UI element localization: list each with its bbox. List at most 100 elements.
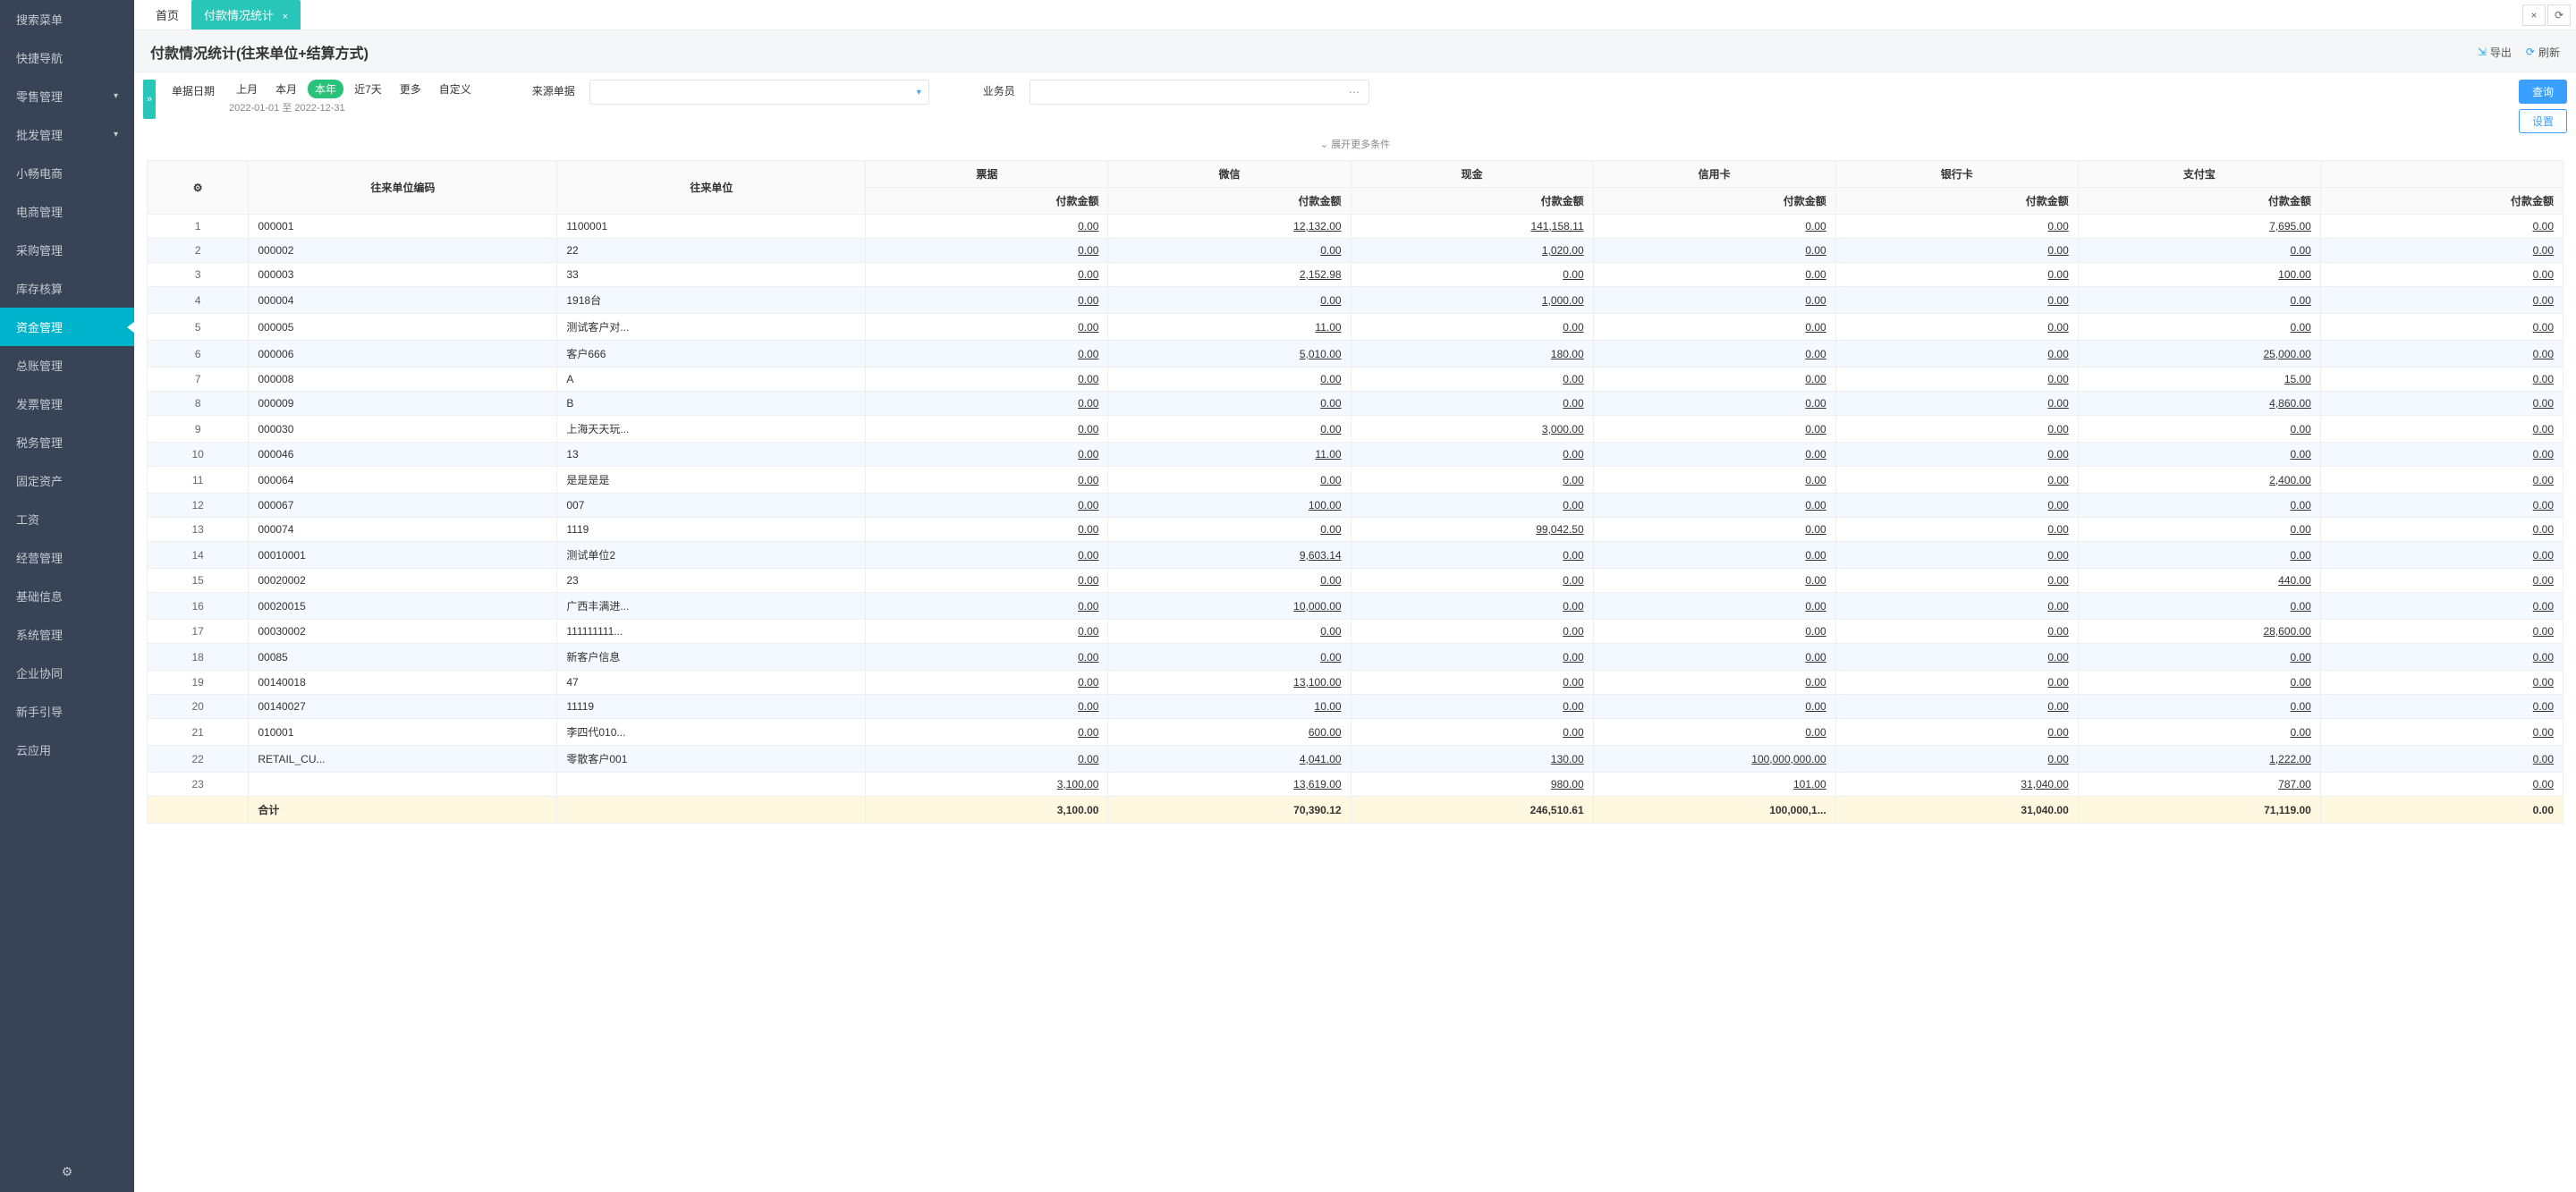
cell-amount[interactable]: 0.00 — [2320, 518, 2563, 542]
cell-amount[interactable]: 0.00 — [2078, 443, 2320, 467]
cell-amount[interactable]: 0.00 — [1593, 644, 1835, 671]
cell-amount[interactable]: 0.00 — [1593, 671, 1835, 695]
th-sub[interactable]: 付款金额 — [1351, 188, 1593, 215]
cell-amount[interactable]: 13,100.00 — [1108, 671, 1351, 695]
cell-amount[interactable]: 180.00 — [1351, 341, 1593, 368]
date-pill[interactable]: 上月 — [229, 80, 265, 98]
cell-amount[interactable]: 0.00 — [2320, 239, 2563, 263]
cell-amount[interactable]: 0.00 — [2320, 644, 2563, 671]
cell-amount[interactable]: 2,152.98 — [1108, 263, 1351, 287]
cell-amount[interactable]: 0.00 — [1108, 518, 1351, 542]
cell-amount[interactable]: 0.00 — [1593, 569, 1835, 593]
collapse-handle[interactable]: » — [143, 80, 156, 119]
cell-amount[interactable]: 3,000.00 — [1351, 416, 1593, 443]
cell-amount[interactable]: 99,042.50 — [1351, 518, 1593, 542]
cell-amount[interactable]: 0.00 — [866, 263, 1108, 287]
sidebar-settings[interactable]: ⚙ — [0, 1152, 134, 1192]
cell-amount[interactable]: 31,040.00 — [1835, 773, 2078, 797]
cell-amount[interactable]: 0.00 — [866, 494, 1108, 518]
cell-amount[interactable]: 0.00 — [1593, 542, 1835, 569]
cell-amount[interactable]: 0.00 — [1593, 341, 1835, 368]
sidebar-item[interactable]: 快捷导航 — [0, 38, 134, 77]
expand-conditions[interactable]: ⌄ 展开更多条件 — [134, 133, 2576, 160]
cell-amount[interactable]: 0.00 — [1593, 287, 1835, 314]
th-group[interactable]: 现金 — [1351, 161, 1593, 188]
cell-amount[interactable]: 0.00 — [1351, 467, 1593, 494]
cell-amount[interactable]: 0.00 — [1593, 239, 1835, 263]
date-pill[interactable]: 更多 — [393, 80, 428, 98]
cell-amount[interactable]: 0.00 — [866, 569, 1108, 593]
sidebar-item[interactable]: 库存核算 — [0, 269, 134, 308]
sidebar-item[interactable]: 总账管理 — [0, 346, 134, 385]
th-code[interactable]: 往来单位编码 — [249, 161, 557, 215]
cell-amount[interactable]: 0.00 — [1351, 644, 1593, 671]
cell-amount[interactable]: 0.00 — [866, 542, 1108, 569]
cell-amount[interactable]: 28,600.00 — [2078, 620, 2320, 644]
cell-amount[interactable]: 0.00 — [1593, 467, 1835, 494]
cell-amount[interactable]: 0.00 — [2320, 773, 2563, 797]
cell-amount[interactable]: 12,132.00 — [1108, 215, 1351, 239]
cell-amount[interactable]: 440.00 — [2078, 569, 2320, 593]
sidebar-item[interactable]: 企业协同 — [0, 654, 134, 692]
cell-amount[interactable]: 100.00 — [2078, 263, 2320, 287]
cell-amount[interactable]: 0.00 — [866, 416, 1108, 443]
cell-amount[interactable]: 0.00 — [2320, 695, 2563, 719]
sidebar-item[interactable]: 批发管理▾ — [0, 115, 134, 154]
sidebar-item[interactable]: 新手引导 — [0, 692, 134, 731]
cell-amount[interactable]: 0.00 — [866, 341, 1108, 368]
cell-amount[interactable]: 0.00 — [866, 593, 1108, 620]
cell-amount[interactable]: 0.00 — [2078, 542, 2320, 569]
table-wrap[interactable]: ⚙ 往来单位编码 往来单位 票据 微信 现金 信用卡 银行卡 支付宝 付款金额 … — [134, 160, 2576, 1192]
sidebar-item[interactable]: 采购管理 — [0, 231, 134, 269]
cell-amount[interactable]: 1,020.00 — [1351, 239, 1593, 263]
cell-amount[interactable]: 0.00 — [1835, 695, 2078, 719]
cell-amount[interactable]: 0.00 — [1593, 494, 1835, 518]
th-sub[interactable]: 付款金额 — [1593, 188, 1835, 215]
cell-amount[interactable]: 0.00 — [2320, 287, 2563, 314]
cell-amount[interactable]: 0.00 — [1108, 644, 1351, 671]
cell-amount[interactable]: 0.00 — [1835, 314, 2078, 341]
cell-amount[interactable]: 15.00 — [2078, 368, 2320, 392]
table-settings[interactable]: ⚙ — [148, 161, 249, 215]
cell-amount[interactable]: 0.00 — [2078, 518, 2320, 542]
cell-amount[interactable]: 0.00 — [1835, 215, 2078, 239]
sidebar-item[interactable]: 发票管理 — [0, 385, 134, 423]
cell-amount[interactable]: 0.00 — [1835, 467, 2078, 494]
cell-amount[interactable]: 0.00 — [866, 644, 1108, 671]
th-unit[interactable]: 往来单位 — [557, 161, 866, 215]
cell-amount[interactable]: 0.00 — [1351, 695, 1593, 719]
cell-amount[interactable]: 0.00 — [2078, 239, 2320, 263]
cell-amount[interactable]: 0.00 — [1108, 569, 1351, 593]
cell-amount[interactable]: 1,000.00 — [1351, 287, 1593, 314]
cell-amount[interactable]: 0.00 — [1108, 467, 1351, 494]
th-group[interactable]: 信用卡 — [1593, 161, 1835, 188]
cell-amount[interactable]: 11.00 — [1108, 314, 1351, 341]
cell-amount[interactable]: 0.00 — [1108, 368, 1351, 392]
export-button[interactable]: ⇲ 导出 — [2478, 45, 2512, 60]
cell-amount[interactable]: 0.00 — [1835, 341, 2078, 368]
cell-amount[interactable]: 0.00 — [866, 368, 1108, 392]
cell-amount[interactable]: 0.00 — [1593, 392, 1835, 416]
cell-amount[interactable]: 0.00 — [866, 719, 1108, 746]
cell-amount[interactable]: 0.00 — [1835, 719, 2078, 746]
cell-amount[interactable]: 0.00 — [1351, 620, 1593, 644]
cell-amount[interactable]: 0.00 — [1593, 416, 1835, 443]
cell-amount[interactable]: 0.00 — [1593, 518, 1835, 542]
cell-amount[interactable]: 0.00 — [1835, 542, 2078, 569]
cell-amount[interactable]: 130.00 — [1351, 746, 1593, 773]
cell-amount[interactable]: 0.00 — [1351, 569, 1593, 593]
sidebar-item[interactable]: 电商管理 — [0, 192, 134, 231]
cell-amount[interactable]: 0.00 — [1835, 287, 2078, 314]
cell-amount[interactable]: 787.00 — [2078, 773, 2320, 797]
cell-amount[interactable]: 0.00 — [1835, 263, 2078, 287]
cell-amount[interactable]: 1,222.00 — [2078, 746, 2320, 773]
cell-amount[interactable]: 0.00 — [1593, 593, 1835, 620]
cell-amount[interactable]: 0.00 — [1835, 239, 2078, 263]
th-group[interactable]: 微信 — [1108, 161, 1351, 188]
sidebar-item[interactable]: 基础信息 — [0, 577, 134, 615]
cell-amount[interactable]: 0.00 — [2078, 671, 2320, 695]
cell-amount[interactable]: 0.00 — [2320, 671, 2563, 695]
tabs-refresh-button[interactable]: ⟳ — [2547, 4, 2571, 26]
cell-amount[interactable]: 0.00 — [866, 695, 1108, 719]
cell-amount[interactable]: 4,041.00 — [1108, 746, 1351, 773]
